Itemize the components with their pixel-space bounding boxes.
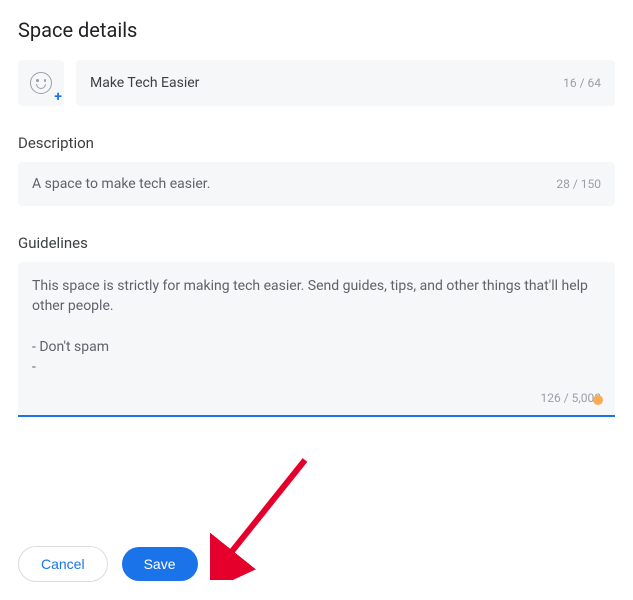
guidelines-value: This space is strictly for making tech e…: [32, 276, 601, 377]
guidelines-input[interactable]: This space is strictly for making tech e…: [18, 262, 615, 417]
space-name-value: Make Tech Easier: [90, 75, 199, 91]
space-name-row: + Make Tech Easier 16 / 64: [18, 60, 615, 106]
description-label: Description: [18, 134, 615, 152]
description-value: A space to make tech easier.: [32, 176, 210, 192]
save-button[interactable]: Save: [122, 547, 198, 581]
guidelines-label: Guidelines: [18, 234, 615, 252]
cursor-indicator-icon: [593, 395, 603, 405]
space-name-counter: 16 / 64: [563, 76, 601, 90]
dialog-footer: Cancel Save: [18, 546, 198, 582]
description-counter: 28 / 150: [556, 177, 601, 191]
page-title: Space details: [18, 18, 615, 42]
guidelines-counter: 126 / 5,000: [541, 391, 601, 405]
plus-icon: +: [54, 90, 62, 104]
cancel-button[interactable]: Cancel: [18, 546, 108, 582]
emoji-picker-button[interactable]: +: [18, 60, 64, 106]
emoji-face-icon: [30, 72, 52, 94]
space-name-input[interactable]: Make Tech Easier 16 / 64: [76, 60, 615, 106]
description-input[interactable]: A space to make tech easier. 28 / 150: [18, 162, 615, 206]
annotation-arrow-icon: [210, 450, 320, 580]
